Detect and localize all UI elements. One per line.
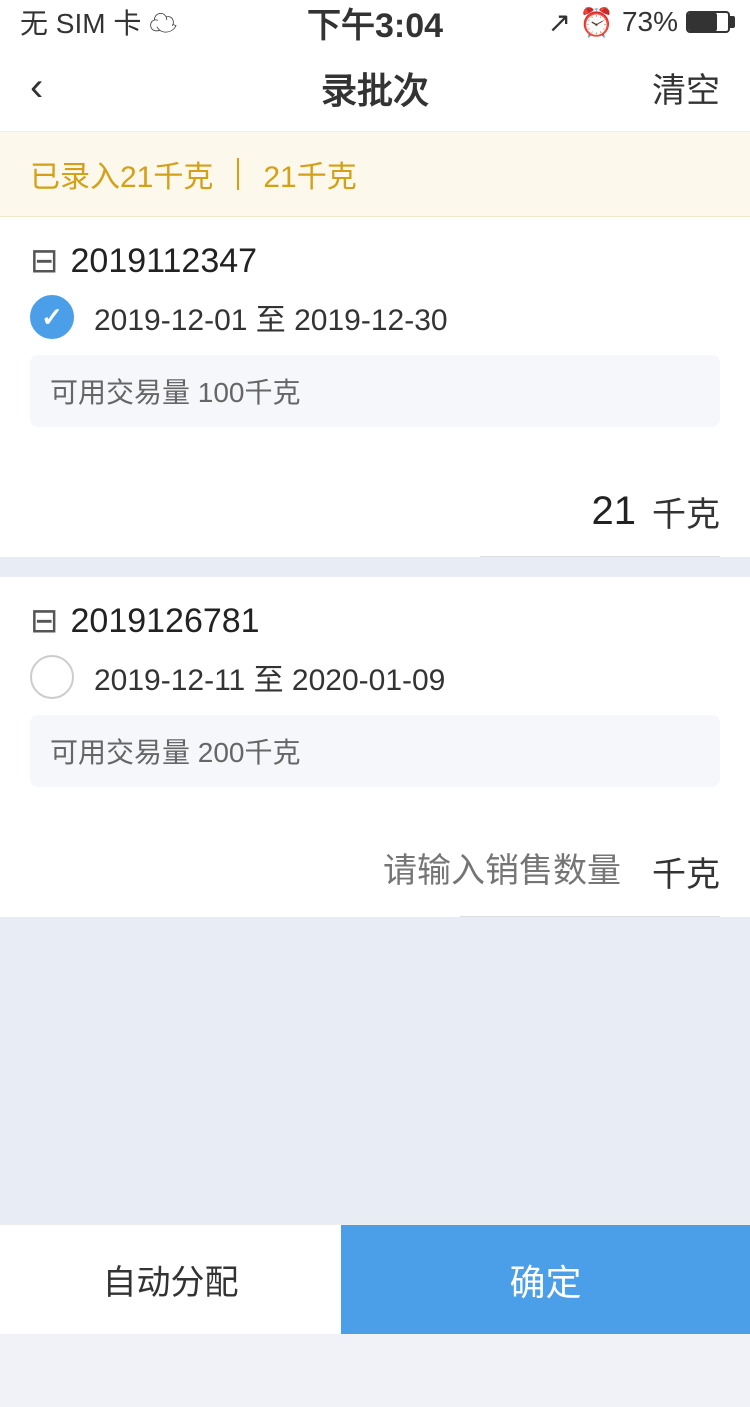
battery-icon: [686, 11, 730, 33]
page-title: 录批次: [321, 62, 429, 114]
no-sim-text: 无 SIM 卡 ☁: [20, 2, 177, 42]
batch2-id: 2019126781: [71, 602, 260, 641]
batch1-amount: 21: [592, 489, 637, 534]
batch1-available: 可用交易量 100千克: [30, 355, 720, 427]
status-right: ↗ ⏰ 73%: [548, 6, 730, 39]
batch1-unit: 千克: [652, 487, 720, 536]
alarm-icon: ⏰: [579, 6, 614, 39]
location-icon: ↗: [548, 6, 571, 39]
batch2-radio[interactable]: [30, 655, 74, 699]
batch-item-2: ⊟ 2019126781 2019-12-11 至 2020-01-09 可用交…: [0, 577, 750, 917]
battery-level: 73%: [622, 6, 678, 38]
summary-banner: 已录入21千克 21千克: [0, 132, 750, 217]
check-icon: ✓: [41, 302, 63, 333]
batch2-amount-input[interactable]: [316, 852, 636, 891]
batch1-date: 2019-12-01 至 2019-12-30: [94, 295, 448, 339]
auto-distribute-label: 自动分配: [102, 1255, 238, 1304]
nav-bar: ‹ 录批次 清空: [0, 44, 750, 132]
auto-distribute-button[interactable]: 自动分配: [0, 1225, 341, 1334]
batch1-icon: ⊟: [30, 241, 59, 281]
bottom-bar: 自动分配 确定: [0, 1224, 750, 1334]
status-time: 下午3:04: [307, 0, 443, 47]
section-separator-1: [0, 557, 750, 577]
batch2-date: 2019-12-11 至 2020-01-09: [94, 655, 445, 699]
status-left: 无 SIM 卡 ☁: [20, 2, 177, 42]
batch1-id: 2019112347: [71, 242, 258, 281]
status-bar: 无 SIM 卡 ☁ 下午3:04 ↗ ⏰ 73%: [0, 0, 750, 44]
confirm-button[interactable]: 确定: [341, 1225, 750, 1334]
summary-divider: [237, 158, 239, 190]
clear-button[interactable]: 清空: [652, 63, 720, 112]
batch2-available: 可用交易量 200千克: [30, 715, 720, 787]
summary-label: 已录入21千克: [30, 152, 213, 196]
batch-item-1: ⊟ 2019112347 ✓ 2019-12-01 至 2019-12-30 可…: [0, 217, 750, 557]
batch2-icon: ⊟: [30, 601, 59, 641]
summary-value: 21千克: [263, 152, 356, 196]
confirm-label: 确定: [509, 1254, 581, 1306]
batch1-radio[interactable]: ✓: [30, 295, 74, 339]
batch2-unit: 千克: [652, 847, 720, 896]
back-button[interactable]: ‹: [30, 65, 110, 110]
